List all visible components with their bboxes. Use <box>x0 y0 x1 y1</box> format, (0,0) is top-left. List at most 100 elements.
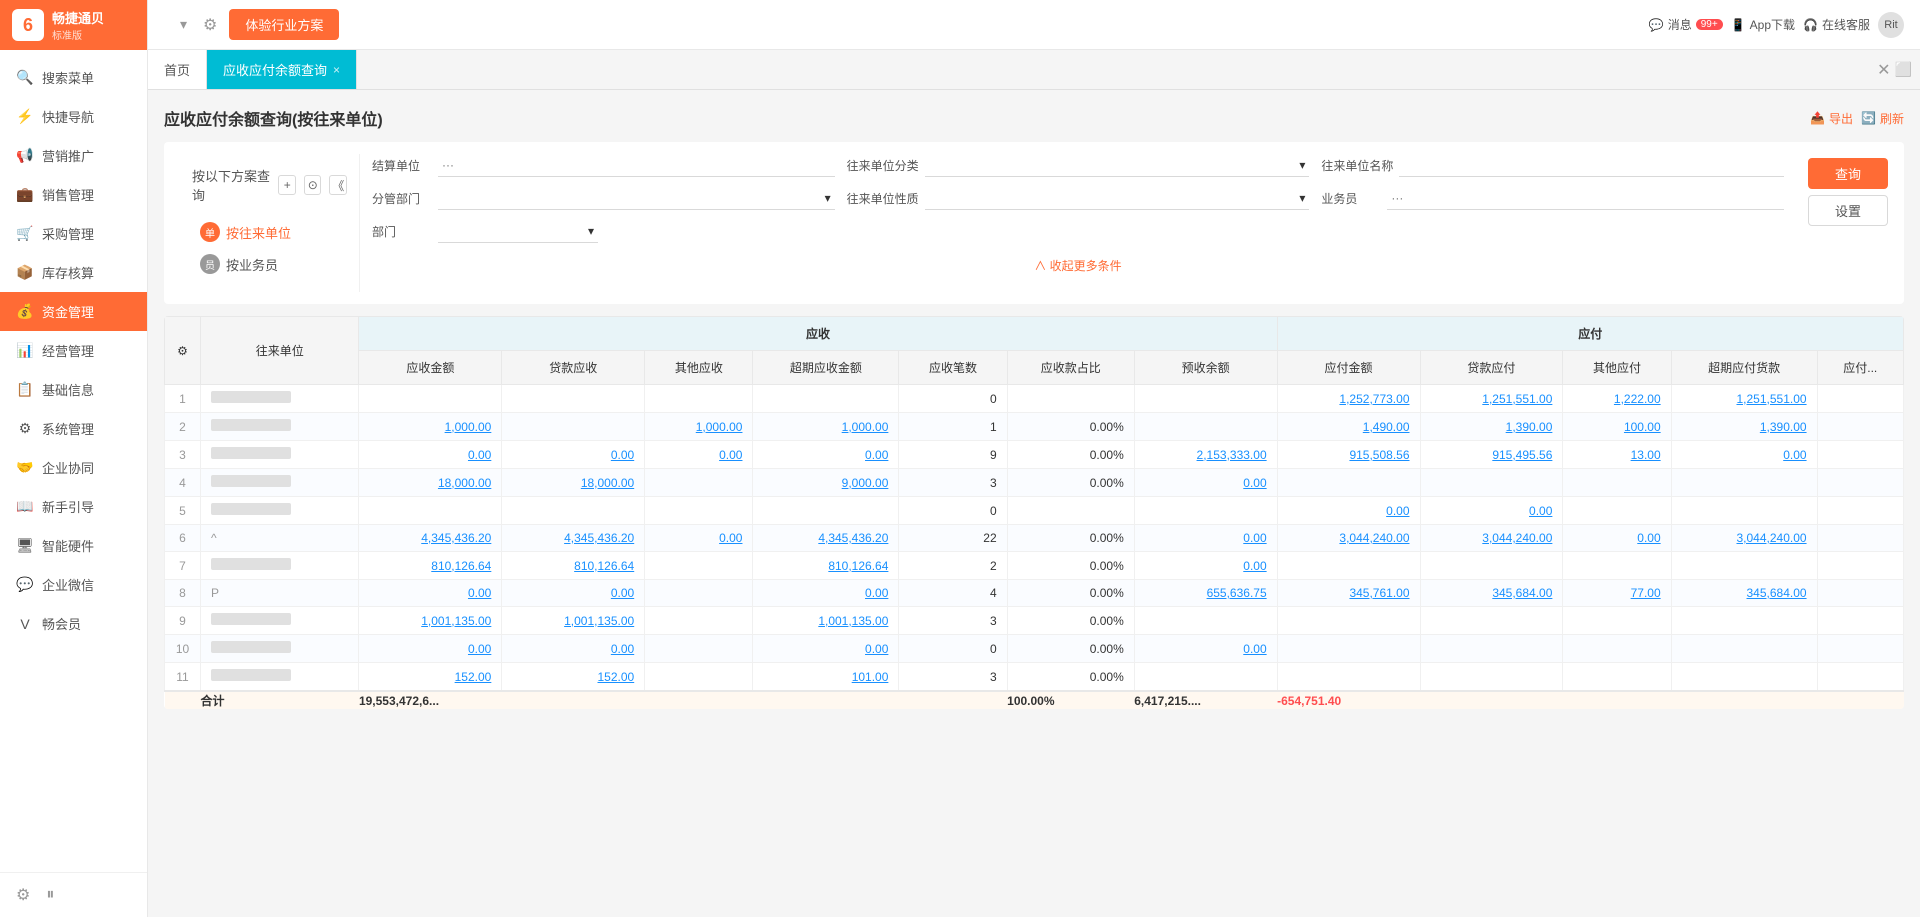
table-cell[interactable]: 0.00 <box>1134 635 1277 663</box>
yewuyuan-input[interactable] <box>1387 187 1784 210</box>
table-cell[interactable] <box>1671 497 1817 525</box>
cell-link[interactable]: 1,222.00 <box>1614 392 1661 406</box>
table-wrapper[interactable]: ⚙ 往来单位 应收 应付 应收金额 贷款应收 其他应收 超期应收金额 应收笔数 … <box>164 316 1904 709</box>
cell-link[interactable]: 18,000.00 <box>438 476 491 490</box>
cell-link[interactable]: 0.00 <box>719 531 742 545</box>
cell-link[interactable]: 0.00 <box>468 448 491 462</box>
table-cell[interactable] <box>359 497 502 525</box>
table-cell[interactable] <box>1563 663 1671 692</box>
table-cell[interactable] <box>1277 635 1420 663</box>
table-cell[interactable]: 0.00 <box>1277 497 1420 525</box>
cell-link[interactable]: 1,000.00 <box>842 420 889 434</box>
cell-link[interactable]: 18,000.00 <box>581 476 634 490</box>
query-btn[interactable]: 查询 <box>1808 158 1888 189</box>
table-cell[interactable] <box>502 497 645 525</box>
table-cell[interactable]: 655,636.75 <box>1134 580 1277 607</box>
cell-link[interactable]: 1,490.00 <box>1363 420 1410 434</box>
cell-link[interactable]: 1,390.00 <box>1506 420 1553 434</box>
cell-link[interactable]: 0.00 <box>1243 559 1266 573</box>
wanglai-type-select[interactable]: ▾ <box>925 154 1310 177</box>
cell-link[interactable]: 3,044,240.00 <box>1482 531 1552 545</box>
tab-close-window-icon[interactable]: ✕ <box>1877 60 1890 80</box>
table-cell[interactable]: 345,684.00 <box>1671 580 1817 607</box>
sidebar-item-采购管理[interactable]: 🛒采购管理 <box>0 214 147 253</box>
table-cell[interactable]: 3,044,240.00 <box>1277 525 1420 552</box>
cell-link[interactable]: 0.00 <box>1783 448 1806 462</box>
cell-link[interactable]: 152.00 <box>598 670 635 684</box>
filter-add-btn[interactable]: + <box>278 175 296 195</box>
message-btn[interactable]: 💬 消息 99+ <box>1649 16 1723 33</box>
table-cell[interactable]: 152.00 <box>359 663 502 692</box>
table-cell[interactable]: 101.00 <box>753 663 899 692</box>
cell-link[interactable]: 0.00 <box>865 586 888 600</box>
cell-link[interactable]: 152.00 <box>455 670 492 684</box>
sidebar-item-营销推广[interactable]: 📢营销推广 <box>0 136 147 175</box>
cell-link[interactable]: 0.00 <box>1529 504 1552 518</box>
cell-link[interactable]: 1,251,551.00 <box>1736 392 1806 406</box>
cell-link[interactable]: 0.00 <box>1243 476 1266 490</box>
cell-link[interactable]: 101.00 <box>852 670 889 684</box>
filter-collapse-btn[interactable]: 《 <box>329 175 347 195</box>
table-cell[interactable]: 0.00 <box>645 525 753 552</box>
cell-link[interactable]: 1,001,135.00 <box>564 614 634 628</box>
tab-close-icon[interactable]: × <box>333 63 340 77</box>
table-cell[interactable]: 0.00 <box>753 441 899 469</box>
sidebar-item-快捷导航[interactable]: ⚡快捷导航 <box>0 97 147 136</box>
cell-link[interactable]: 0.00 <box>611 448 634 462</box>
table-cell[interactable]: 1,490.00 <box>1277 413 1420 441</box>
cell-link[interactable]: 0.00 <box>865 642 888 656</box>
table-cell[interactable]: 810,126.64 <box>502 552 645 580</box>
industry-btn[interactable]: 体验行业方案 <box>229 9 339 40</box>
sidebar-item-新手引导[interactable]: 📖新手引导 <box>0 487 147 526</box>
table-cell[interactable] <box>1134 663 1277 692</box>
filter-settings-btn[interactable]: ⊙ <box>304 175 322 195</box>
collapse-icon[interactable]: ⏸ <box>46 886 54 904</box>
sidebar-item-基础信息[interactable]: 📋基础信息 <box>0 370 147 409</box>
table-cell[interactable] <box>645 497 753 525</box>
sidebar-item-经营管理[interactable]: 📊经营管理 <box>0 331 147 370</box>
table-cell[interactable] <box>1671 469 1817 497</box>
topbar-gear-icon[interactable]: ⚙ <box>203 15 217 35</box>
table-cell[interactable]: 3,044,240.00 <box>1671 525 1817 552</box>
cell-link[interactable]: 0.00 <box>611 642 634 656</box>
table-cell[interactable] <box>1277 469 1420 497</box>
table-cell[interactable]: 0.00 <box>753 580 899 607</box>
table-cell[interactable] <box>1134 497 1277 525</box>
table-cell[interactable] <box>1563 552 1671 580</box>
cell-link[interactable]: 4,345,436.20 <box>818 531 888 545</box>
table-cell[interactable]: 3,044,240.00 <box>1420 525 1563 552</box>
cell-link[interactable]: 4,345,436.20 <box>421 531 491 545</box>
table-cell[interactable]: 0.00 <box>753 635 899 663</box>
table-cell[interactable] <box>359 385 502 413</box>
table-cell[interactable] <box>1277 607 1420 635</box>
th-settings[interactable]: ⚙ <box>165 317 201 385</box>
tab-home[interactable]: 首页 <box>148 50 207 89</box>
table-cell[interactable] <box>753 497 899 525</box>
app-download-btn[interactable]: 📱 App下载 <box>1731 16 1795 33</box>
table-cell[interactable] <box>645 635 753 663</box>
table-cell[interactable]: 4,345,436.20 <box>502 525 645 552</box>
filter-option-salesman[interactable]: 员 按业务员 <box>192 248 347 280</box>
cell-link[interactable]: 13.00 <box>1631 448 1661 462</box>
table-cell[interactable] <box>1277 663 1420 692</box>
table-cell[interactable] <box>1563 607 1671 635</box>
table-cell[interactable] <box>645 552 753 580</box>
table-cell[interactable]: 0.00 <box>359 635 502 663</box>
sidebar-item-智能硬件[interactable]: 🖥智能硬件 <box>0 526 147 565</box>
table-cell[interactable]: 4,345,436.20 <box>359 525 502 552</box>
table-cell[interactable] <box>1671 663 1817 692</box>
cell-link[interactable]: 0.00 <box>865 448 888 462</box>
table-cell[interactable]: 0.00 <box>645 441 753 469</box>
cell-link[interactable]: 345,761.00 <box>1349 586 1409 600</box>
table-cell[interactable] <box>1671 607 1817 635</box>
table-cell[interactable]: 1,000.00 <box>359 413 502 441</box>
cell-link[interactable]: 0.00 <box>1243 531 1266 545</box>
cell-link[interactable]: 915,495.56 <box>1492 448 1552 462</box>
tab-maximize-icon[interactable]: ⬜ <box>1895 61 1912 78</box>
cell-link[interactable]: 4,345,436.20 <box>564 531 634 545</box>
sidebar-item-企业协同[interactable]: 🤝企业协同 <box>0 448 147 487</box>
table-cell[interactable] <box>1420 635 1563 663</box>
table-cell[interactable] <box>1134 607 1277 635</box>
table-cell[interactable] <box>753 385 899 413</box>
cell-link[interactable]: 915,508.56 <box>1349 448 1409 462</box>
